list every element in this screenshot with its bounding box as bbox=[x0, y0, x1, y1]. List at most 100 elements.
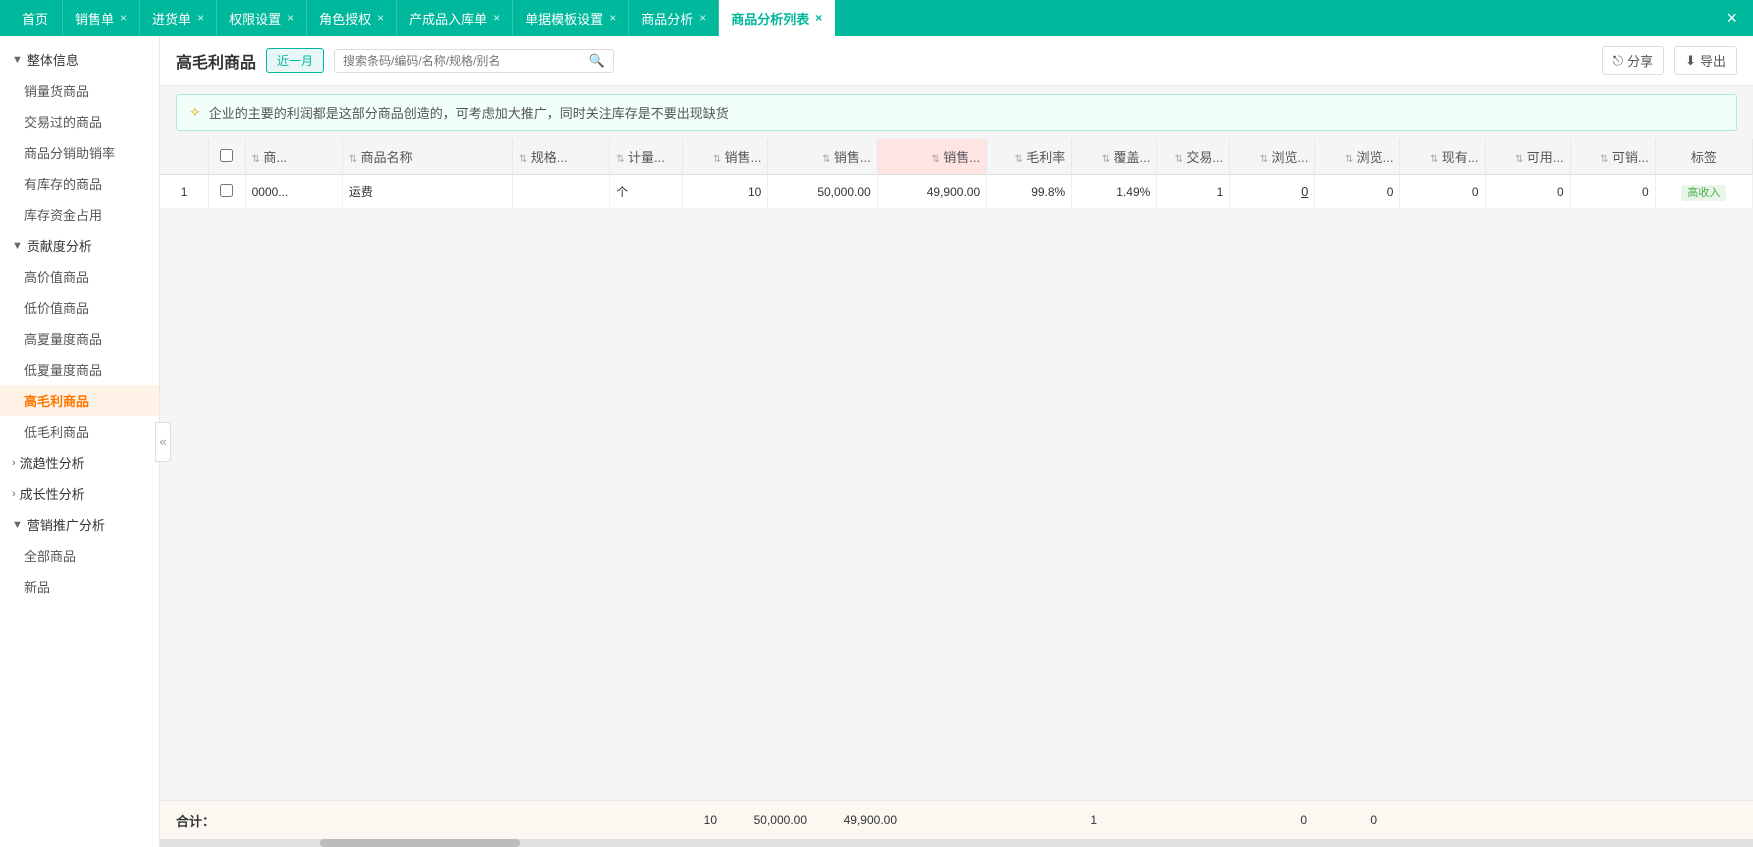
col-header-browse1: ⇅ 浏览... bbox=[1230, 139, 1315, 175]
col-header-check bbox=[209, 139, 245, 175]
sidebar-item-low-coverage[interactable]: 低夏量度商品 bbox=[0, 354, 159, 385]
col-sort-icon-name: ⇅ bbox=[349, 154, 357, 165]
info-text: 企业的主要的利润都是这部分商品创造的，可考虑加大推广，同时关注库存是不要出现缺货 bbox=[209, 103, 729, 122]
tab-template[interactable]: 单据模板设置 × bbox=[513, 0, 629, 36]
close-product-storage-tab[interactable]: × bbox=[493, 11, 500, 25]
tab-roles[interactable]: 角色授权 × bbox=[307, 0, 397, 36]
col-header-sales1: ⇅ 销售... bbox=[768, 139, 877, 175]
sidebar-item-high-margin[interactable]: 高毛利商品 bbox=[0, 385, 159, 416]
cell-tag: 高收入 bbox=[1655, 175, 1752, 209]
close-roles-tab[interactable]: × bbox=[377, 11, 384, 25]
sidebar-item-in-stock[interactable]: 有库存的商品 bbox=[0, 168, 159, 199]
sidebar-group-contribution[interactable]: ▼ 贡献度分析 bbox=[0, 230, 159, 261]
footer-sales-amt: 50,000.00 bbox=[723, 809, 813, 831]
close-purchase-tab[interactable]: × bbox=[197, 11, 204, 25]
tab-purchase[interactable]: 进货单 × bbox=[140, 0, 217, 36]
cell-sales-amt: 50,000.00 bbox=[768, 175, 877, 209]
close-template-tab[interactable]: × bbox=[609, 11, 616, 25]
close-permissions-tab[interactable]: × bbox=[287, 11, 294, 25]
col-sort-icon-cover: ⇅ bbox=[1102, 154, 1110, 165]
sidebar-item-distribution-rate[interactable]: 商品分销助销率 bbox=[0, 137, 159, 168]
tab-analysis[interactable]: 商品分析 × bbox=[629, 0, 719, 36]
share-button[interactable]: ⎋ 分享 bbox=[1602, 46, 1664, 75]
footer-spacer5 bbox=[513, 816, 593, 824]
tab-product-storage[interactable]: 产成品入库单 × bbox=[397, 0, 513, 36]
sidebar-group-overall[interactable]: ▼ 整体信息 bbox=[0, 44, 159, 75]
col-sort-icon: ⇅ bbox=[252, 154, 260, 165]
sidebar-group-marketing[interactable]: ▼ 营销推广分析 bbox=[0, 509, 159, 540]
col-sort-icon-sales1: ⇅ bbox=[822, 154, 830, 165]
col-header-cover: ⇅ 覆盖... bbox=[1072, 139, 1157, 175]
row-checkbox[interactable] bbox=[220, 184, 233, 197]
tab-sales[interactable]: 销售单 × bbox=[63, 0, 140, 36]
cell-avail: 0 bbox=[1485, 175, 1570, 209]
cell-sales-amt2: 49,900.00 bbox=[877, 175, 986, 209]
col-sort-icon-sales2: ⇅ bbox=[932, 154, 940, 165]
export-button[interactable]: ⬇ 导出 bbox=[1674, 46, 1737, 75]
cell-browse2: 0 bbox=[1315, 175, 1400, 209]
expand-arrow-growth: › bbox=[12, 488, 16, 500]
table-footer: 合计： 10 50,000.00 49,900.00 1 0 0 bbox=[160, 800, 1753, 839]
tab-analysis-list[interactable]: 商品分析列表 × bbox=[719, 0, 835, 36]
col-sort-icon-browse2: ⇅ bbox=[1345, 154, 1353, 165]
col-sort-icon-stock: ⇅ bbox=[1430, 154, 1438, 165]
footer-spacer3 bbox=[293, 816, 373, 824]
sidebar-wrapper: ▼ 整体信息 销量货商品 交易过的商品 商品分销助销率 有库存的商品 库存资金占… bbox=[0, 36, 160, 847]
footer-spacer6 bbox=[593, 816, 653, 824]
sidebar-item-low-margin[interactable]: 低毛利商品 bbox=[0, 416, 159, 447]
main-layout: ▼ 整体信息 销量货商品 交易过的商品 商品分销助销率 有库存的商品 库存资金占… bbox=[0, 36, 1753, 847]
top-nav: 首页 销售单 × 进货单 × 权限设置 × 角色授权 × 产成品入库单 × 单据… bbox=[0, 0, 1753, 36]
window-close-button[interactable]: × bbox=[1718, 8, 1745, 29]
select-all-checkbox[interactable] bbox=[220, 149, 233, 162]
cell-sellable: 0 bbox=[1570, 175, 1655, 209]
sidebar-item-new-goods[interactable]: 新品 bbox=[0, 571, 159, 602]
sidebar-item-low-value[interactable]: 低价值商品 bbox=[0, 292, 159, 323]
sidebar-item-stock-capital[interactable]: 库存资金占用 bbox=[0, 199, 159, 230]
tab-home[interactable]: 首页 bbox=[8, 0, 63, 36]
sidebar-collapse-button[interactable]: « bbox=[155, 422, 171, 462]
footer-avail: 0 bbox=[1313, 809, 1383, 831]
search-box: 🔍 bbox=[334, 49, 614, 73]
browse1-link[interactable]: 0 bbox=[1301, 184, 1308, 199]
col-header-sellable: ⇅ 可销... bbox=[1570, 139, 1655, 175]
col-sort-icon-spec: ⇅ bbox=[519, 154, 527, 165]
sidebar-item-sales-goods[interactable]: 销量货商品 bbox=[0, 75, 159, 106]
close-sales-tab[interactable]: × bbox=[120, 11, 127, 25]
search-icon[interactable]: 🔍 bbox=[589, 53, 605, 69]
col-sort-icon-trade: ⇅ bbox=[1175, 154, 1183, 165]
close-analysis-tab[interactable]: × bbox=[699, 11, 706, 25]
sidebar-item-high-coverage[interactable]: 高夏量度商品 bbox=[0, 323, 159, 354]
content-header: 高毛利商品 近一月 🔍 ⎋ 分享 ⬇ 导出 bbox=[160, 36, 1753, 86]
col-sort-icon-qty: ⇅ bbox=[713, 154, 721, 165]
col-header-num bbox=[160, 139, 209, 175]
footer-sellable bbox=[1383, 816, 1453, 824]
col-sort-icon-unit: ⇅ bbox=[616, 154, 624, 165]
close-analysis-list-tab[interactable]: × bbox=[815, 11, 822, 25]
filter-recent-month[interactable]: 近一月 bbox=[266, 48, 324, 73]
info-banner: ✧ 企业的主要的利润都是这部分商品创造的，可考虑加大推广，同时关注库存是不要出现… bbox=[176, 94, 1737, 131]
footer-stock: 0 bbox=[1243, 809, 1313, 831]
scrollbar-thumb[interactable] bbox=[320, 839, 520, 847]
expand-arrow-overall: ▼ bbox=[12, 54, 23, 66]
footer-spacer2 bbox=[263, 816, 293, 824]
col-header-name: ⇅ 商品名称 bbox=[342, 139, 512, 175]
search-input[interactable] bbox=[343, 54, 585, 68]
col-header-code: ⇅ 商... bbox=[245, 139, 342, 175]
sidebar-item-all-goods[interactable]: 全部商品 bbox=[0, 540, 159, 571]
sidebar-group-growth[interactable]: › 成长性分析 bbox=[0, 478, 159, 509]
col-sort-icon-avail: ⇅ bbox=[1515, 154, 1523, 165]
col-header-sales2: ⇅ 销售... bbox=[877, 139, 986, 175]
footer-label: 合计： bbox=[176, 811, 215, 830]
cell-gross-rate: 99.8% bbox=[987, 175, 1072, 209]
footer-browse2 bbox=[1173, 816, 1243, 824]
sidebar-item-high-value[interactable]: 高价值商品 bbox=[0, 261, 159, 292]
col-sort-icon-browse1: ⇅ bbox=[1260, 154, 1268, 165]
horizontal-scrollbar[interactable] bbox=[160, 839, 1753, 847]
col-header-spec: ⇅ 规格... bbox=[513, 139, 610, 175]
sidebar-group-trend[interactable]: › 流趋性分析 bbox=[0, 447, 159, 478]
expand-arrow-contribution: ▼ bbox=[12, 240, 23, 252]
share-icon: ⎋ bbox=[1613, 53, 1623, 69]
sidebar-item-traded-goods[interactable]: 交易过的商品 bbox=[0, 106, 159, 137]
col-sort-icon-sellable: ⇅ bbox=[1600, 154, 1608, 165]
tab-permissions[interactable]: 权限设置 × bbox=[217, 0, 307, 36]
